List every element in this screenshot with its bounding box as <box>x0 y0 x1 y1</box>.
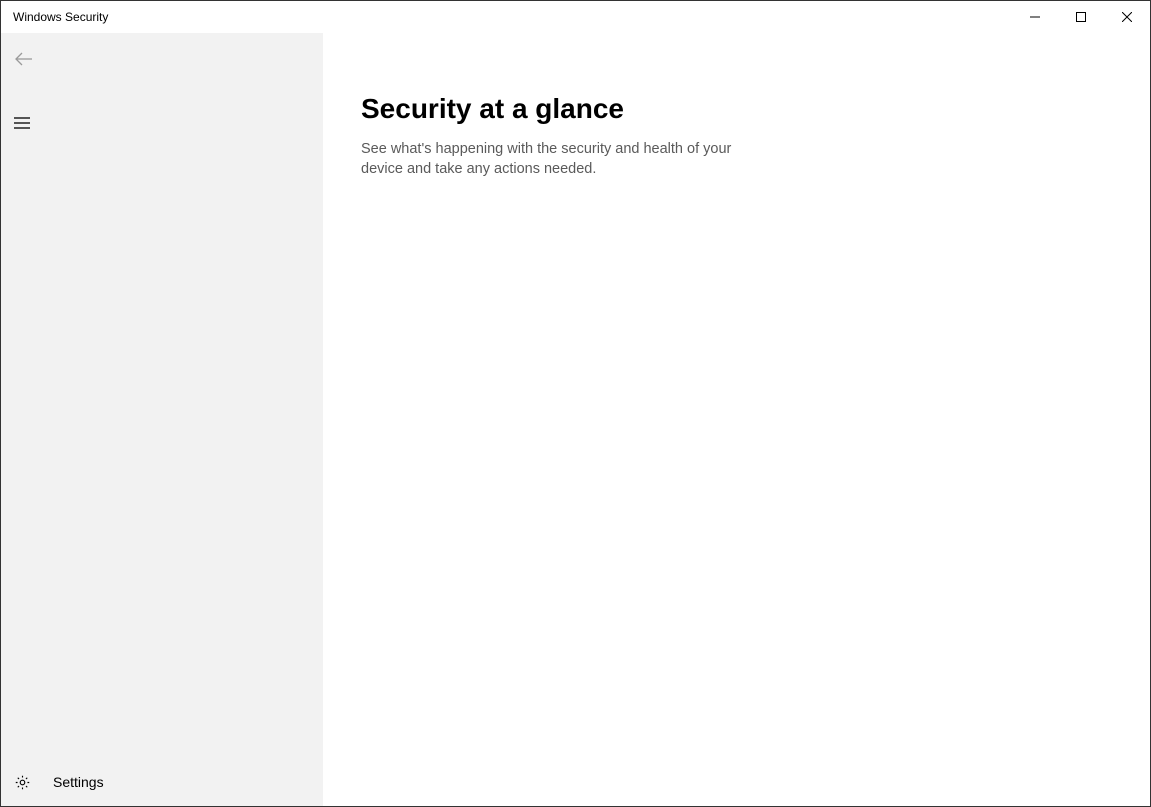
page-heading: Security at a glance <box>361 93 1110 125</box>
maximize-button[interactable] <box>1058 1 1104 33</box>
hamburger-icon <box>14 117 30 129</box>
window-controls <box>1012 1 1150 33</box>
sidebar: Settings <box>1 33 323 806</box>
close-button[interactable] <box>1104 1 1150 33</box>
page-subtext: See what's happening with the security a… <box>361 139 751 180</box>
gear-icon <box>14 774 31 791</box>
maximize-icon <box>1076 12 1086 22</box>
window-title: Windows Security <box>13 10 108 24</box>
settings-label: Settings <box>53 774 104 790</box>
back-button[interactable] <box>1 39 49 79</box>
sidebar-top <box>1 33 322 758</box>
back-arrow-icon <box>15 52 33 66</box>
app-body: Settings Security at a glance See what's… <box>1 33 1150 806</box>
main-content: Security at a glance See what's happenin… <box>323 33 1150 806</box>
titlebar: Windows Security <box>1 1 1150 33</box>
minimize-button[interactable] <box>1012 1 1058 33</box>
hamburger-button[interactable] <box>1 99 49 147</box>
minimize-icon <box>1030 12 1040 22</box>
sidebar-item-settings[interactable]: Settings <box>1 758 322 806</box>
close-icon <box>1122 12 1132 22</box>
sidebar-bottom: Settings <box>1 758 322 806</box>
